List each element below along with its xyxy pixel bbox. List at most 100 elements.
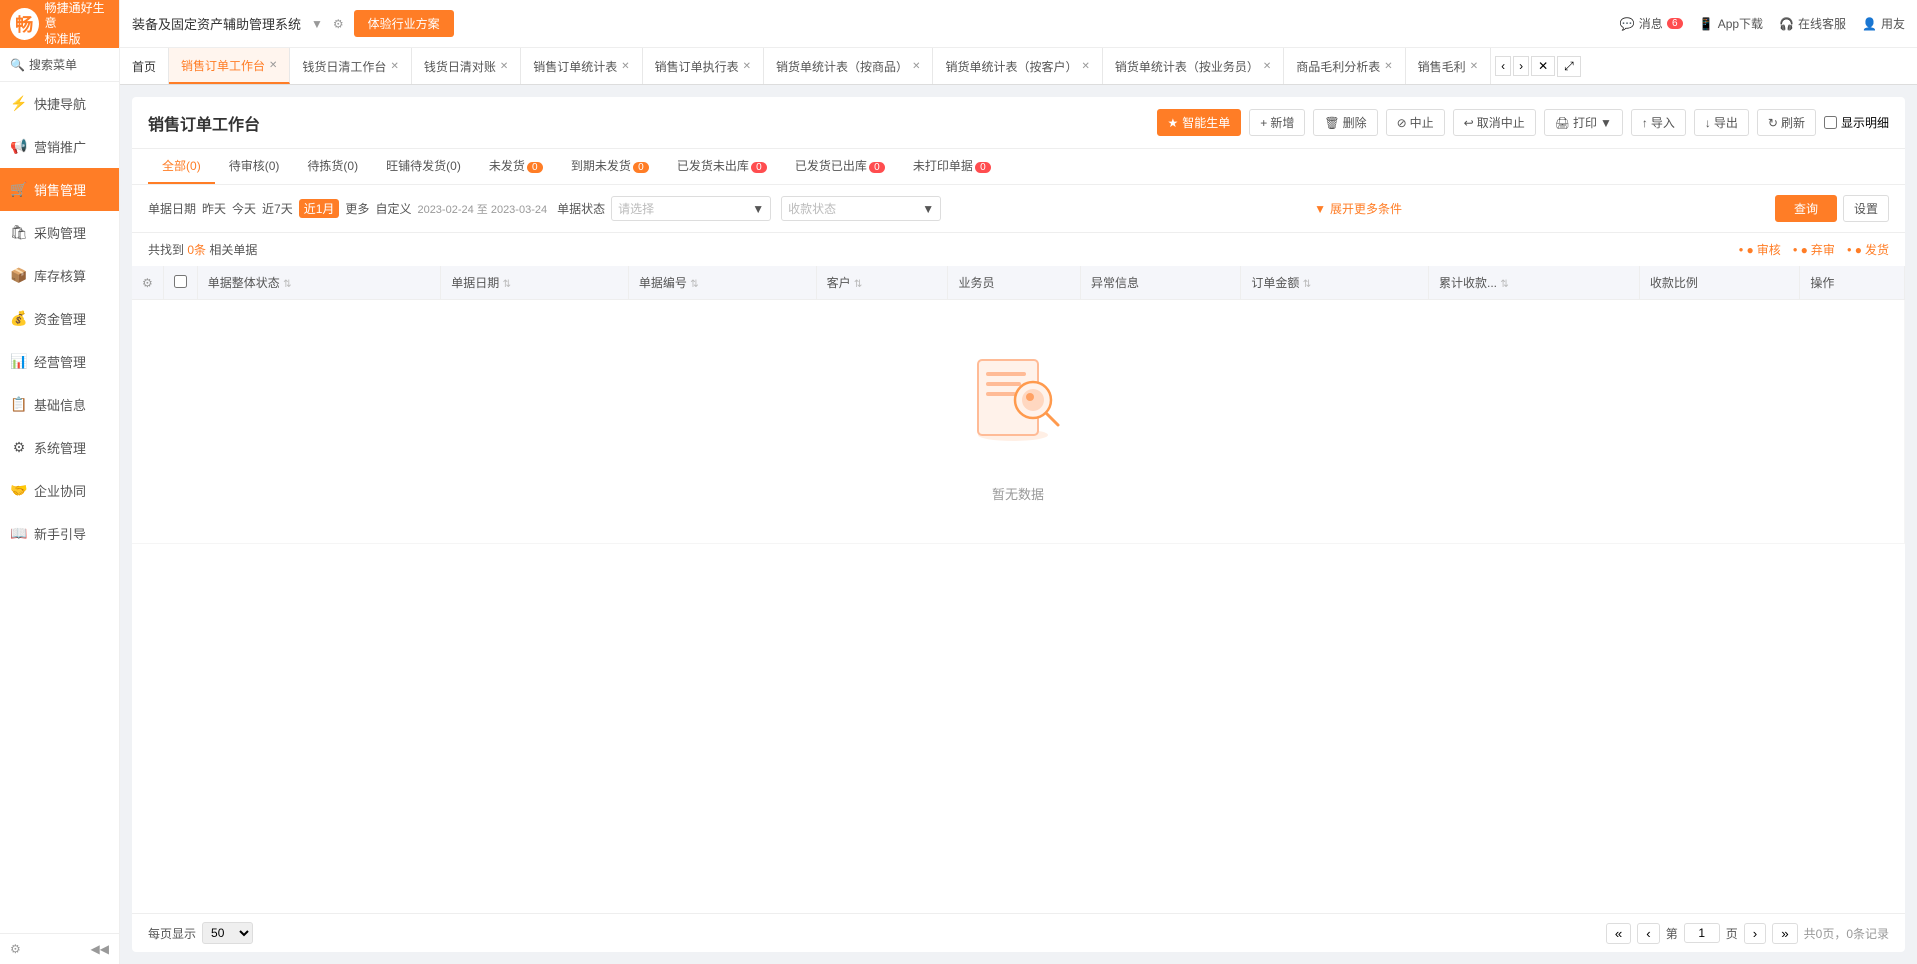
add-button[interactable]: + 新增 bbox=[1249, 109, 1305, 136]
sidebar-search[interactable]: 🔍 搜索菜单 bbox=[0, 48, 119, 82]
sidebar-item-system[interactable]: ⚙ 系统管理 bbox=[0, 426, 119, 469]
tab-sales-sum-customer[interactable]: 销货单统计表（按客户） ✕ bbox=[933, 48, 1102, 84]
user-menu[interactable]: 👤 用友 bbox=[1862, 15, 1905, 32]
tab-cash-daily[interactable]: 钱货日清工作台 ✕ bbox=[290, 48, 411, 84]
page-input[interactable] bbox=[1684, 923, 1720, 943]
sidebar-item-operations[interactable]: 📊 经营管理 bbox=[0, 340, 119, 383]
collapse-icon[interactable]: ◀◀ bbox=[91, 942, 109, 956]
smart-create-button[interactable]: ★ 智能生单 bbox=[1157, 109, 1242, 136]
sub-tab-not-printed[interactable]: 未打印单据0 bbox=[899, 149, 1005, 184]
date-option-custom[interactable]: 自定义 bbox=[375, 200, 411, 217]
sort-customer-icon[interactable]: ⇅ bbox=[854, 279, 862, 290]
th-checkbox[interactable] bbox=[163, 266, 197, 300]
sidebar-item-basic-info[interactable]: 📋 基础信息 bbox=[0, 383, 119, 426]
message-button[interactable]: 💬 消息 6 bbox=[1620, 15, 1683, 32]
tab-sales-profit[interactable]: 销售毛利 ✕ bbox=[1406, 48, 1491, 84]
tab-close-sales-exec[interactable]: ✕ bbox=[743, 61, 751, 72]
sidebar-item-sales[interactable]: 🛒 销售管理 bbox=[0, 168, 119, 211]
expand-button[interactable]: ▼ 展开更多条件 bbox=[1314, 200, 1402, 217]
export-button[interactable]: ↓ 导出 bbox=[1694, 109, 1749, 136]
status-select[interactable]: 请选择 ▼ bbox=[611, 196, 771, 221]
tab-scroll-left[interactable]: ‹ bbox=[1495, 56, 1511, 76]
payment-select[interactable]: 收款状态 ▼ bbox=[781, 196, 941, 221]
basic-info-icon: 📋 bbox=[10, 396, 28, 414]
sub-tab-overdue[interactable]: 到期未发货0 bbox=[557, 149, 663, 184]
sidebar-item-guide[interactable]: 📖 新手引导 bbox=[0, 512, 119, 555]
tab-scroll-right[interactable]: › bbox=[1513, 56, 1529, 76]
sidebar-item-quick-nav[interactable]: ⚡ 快捷导航 bbox=[0, 82, 119, 125]
tab-close-cash-reconcile[interactable]: ✕ bbox=[500, 61, 508, 72]
industry-solution-button[interactable]: 体验行业方案 bbox=[354, 10, 454, 37]
export-icon: ↓ bbox=[1705, 116, 1711, 130]
topbar-dropdown-icon[interactable]: ▼ bbox=[311, 17, 323, 31]
tab-close-sales-workbench[interactable]: ✕ bbox=[269, 60, 277, 71]
tab-close-sales-sum-staff[interactable]: ✕ bbox=[1263, 61, 1271, 72]
sort-amount-icon[interactable]: ⇅ bbox=[1303, 279, 1311, 290]
review-action[interactable]: ● 审核 bbox=[1739, 241, 1781, 258]
overdue-badge: 0 bbox=[633, 162, 649, 173]
sidebar-item-finance[interactable]: 💰 资金管理 bbox=[0, 297, 119, 340]
tab-sales-stats[interactable]: 销售订单统计表 ✕ bbox=[521, 48, 642, 84]
sort-date-icon[interactable]: ⇅ bbox=[503, 279, 511, 290]
first-page-button[interactable]: « bbox=[1606, 923, 1631, 944]
sub-tab-all[interactable]: 全部(0) bbox=[148, 149, 215, 184]
settings-filter-button[interactable]: 设置 bbox=[1843, 195, 1889, 222]
settings-icon[interactable]: ⚙ bbox=[10, 942, 21, 956]
th-setting[interactable]: ⚙ bbox=[132, 266, 163, 300]
sort-status-icon[interactable]: ⇅ bbox=[283, 279, 291, 290]
sub-tab-pending-pickup[interactable]: 待拣货(0) bbox=[293, 149, 372, 184]
tab-close-sales-sum-customer[interactable]: ✕ bbox=[1081, 61, 1089, 72]
date-option-1month[interactable]: 近1月 bbox=[299, 199, 340, 218]
tab-gross-margin[interactable]: 商品毛利分析表 ✕ bbox=[1284, 48, 1405, 84]
tab-home[interactable]: 首页 bbox=[120, 48, 169, 84]
tab-close-sales-sum-product[interactable]: ✕ bbox=[912, 61, 920, 72]
sort-received-icon[interactable]: ⇅ bbox=[1500, 279, 1508, 290]
sub-tab-shipped-not-warehoused[interactable]: 已发货未出库0 bbox=[663, 149, 781, 184]
sidebar-item-inventory[interactable]: 📦 库存核算 bbox=[0, 254, 119, 297]
ship-action[interactable]: ● 发货 bbox=[1847, 241, 1889, 258]
prev-page-button[interactable]: ‹ bbox=[1637, 923, 1659, 944]
sidebar-item-enterprise[interactable]: 🤝 企业协同 bbox=[0, 469, 119, 512]
next-page-button[interactable]: › bbox=[1744, 923, 1766, 944]
search-button[interactable]: 查询 bbox=[1775, 195, 1837, 222]
sub-tab-pending-review[interactable]: 待审核(0) bbox=[215, 149, 294, 184]
filter-status: 单据状态 请选择 ▼ bbox=[557, 196, 771, 221]
tab-sales-workbench[interactable]: 销售订单工作台 ✕ bbox=[169, 48, 290, 84]
select-all-checkbox[interactable] bbox=[174, 275, 187, 288]
topbar-gear-icon[interactable]: ⚙ bbox=[333, 17, 344, 31]
date-option-7days[interactable]: 近7天 bbox=[262, 200, 293, 217]
tab-close-sales-stats[interactable]: ✕ bbox=[621, 61, 629, 72]
date-option-more[interactable]: 更多 bbox=[345, 200, 369, 217]
last-page-button[interactable]: » bbox=[1772, 923, 1797, 944]
sub-tab-wangpu[interactable]: 旺铺待发货(0) bbox=[372, 149, 475, 184]
sidebar-item-marketing[interactable]: 📢 营销推广 bbox=[0, 125, 119, 168]
stop-button[interactable]: ⊘ 中止 bbox=[1386, 109, 1445, 136]
print-button[interactable]: 🖨 打印 ▼ bbox=[1544, 109, 1623, 136]
online-support-button[interactable]: 🎧 在线客服 bbox=[1779, 15, 1846, 32]
tab-maximize[interactable]: ⤢ bbox=[1557, 56, 1581, 77]
sort-number-icon[interactable]: ⇅ bbox=[690, 279, 698, 290]
tab-sales-exec[interactable]: 销售订单执行表 ✕ bbox=[643, 48, 764, 84]
tab-close-gross-margin[interactable]: ✕ bbox=[1384, 61, 1392, 72]
tab-close-sales-profit[interactable]: ✕ bbox=[1470, 61, 1478, 72]
tab-close-cash-daily[interactable]: ✕ bbox=[390, 61, 398, 72]
show-detail-label[interactable]: 显示明细 bbox=[1824, 114, 1889, 131]
date-option-yesterday[interactable]: 昨天 bbox=[202, 200, 226, 217]
date-option-today[interactable]: 今天 bbox=[232, 200, 256, 217]
refresh-button[interactable]: ↻ 刷新 bbox=[1757, 109, 1816, 136]
import-button[interactable]: ↑ 导入 bbox=[1631, 109, 1686, 136]
tab-cash-reconcile[interactable]: 钱货日清对账 ✕ bbox=[412, 48, 521, 84]
sub-tab-not-shipped[interactable]: 未发货0 bbox=[475, 149, 557, 184]
guide-icon: 📖 bbox=[10, 525, 28, 543]
tab-sales-sum-product[interactable]: 销货单统计表（按商品） ✕ bbox=[764, 48, 933, 84]
delete-button[interactable]: 🗑 删除 bbox=[1313, 109, 1377, 136]
app-download-button[interactable]: 📱 App下载 bbox=[1699, 15, 1763, 32]
cancel-stop-button[interactable]: ↩ 取消中止 bbox=[1453, 109, 1536, 136]
tab-sales-sum-staff[interactable]: 销货单统计表（按业务员） ✕ bbox=[1103, 48, 1284, 84]
sub-tab-shipped-warehoused[interactable]: 已发货已出库0 bbox=[781, 149, 899, 184]
show-detail-checkbox[interactable] bbox=[1824, 116, 1837, 129]
per-page-select[interactable]: 50 100 200 bbox=[202, 922, 253, 944]
sidebar-item-purchase[interactable]: 🛍 采购管理 bbox=[0, 211, 119, 254]
tab-close-all[interactable]: ✕ bbox=[1531, 56, 1555, 76]
abandon-review-action[interactable]: ● 弃审 bbox=[1793, 241, 1835, 258]
